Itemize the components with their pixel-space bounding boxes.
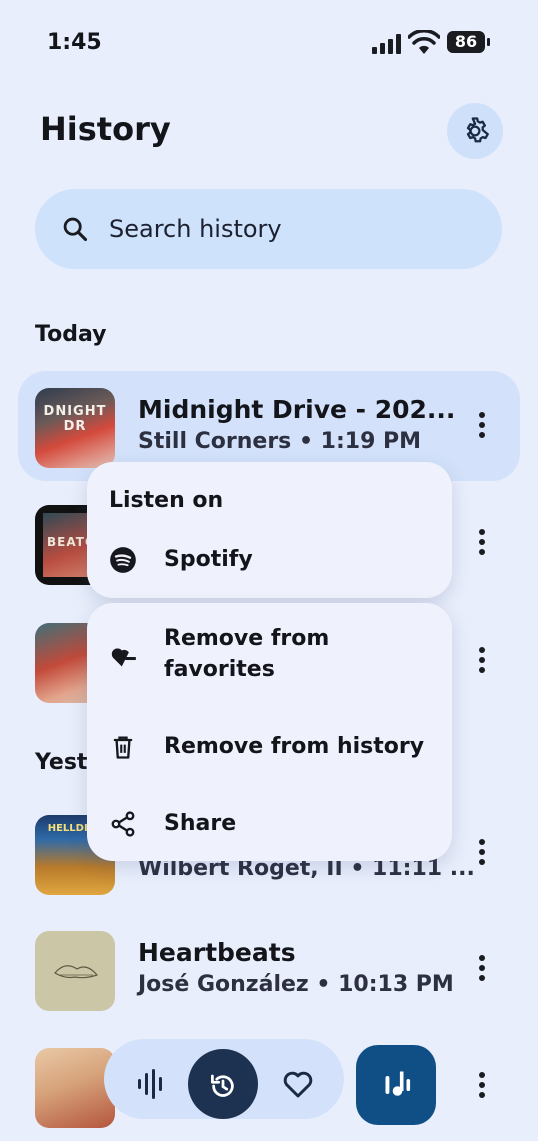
menu-item-share[interactable]: Share [87, 808, 452, 848]
battery-level: 86 [447, 31, 485, 53]
menu-item-label: Spotify [164, 547, 253, 572]
menu-item-remove-history[interactable]: Remove from history [87, 731, 452, 771]
settings-icon [466, 117, 489, 143]
search-input[interactable]: Search history [35, 189, 502, 269]
section-header-yesterday: Yest [35, 750, 88, 775]
heart-remove-icon [111, 648, 136, 667]
history-icon [211, 1074, 234, 1097]
menu-item-label-line1: Remove from [164, 626, 330, 651]
waveform-icon[interactable] [136, 1069, 164, 1099]
more-options-icon[interactable] [473, 644, 491, 680]
trash-icon [113, 736, 133, 759]
track-subtitle: Still Corners • 1:19 PM [138, 429, 422, 454]
album-art-sketch [54, 965, 99, 979]
listen-on-menu: Listen on Spotify [87, 462, 452, 598]
menu-item-label: Remove from history [164, 734, 425, 759]
more-options-icon[interactable] [473, 836, 491, 872]
search-icon [63, 217, 88, 242]
menu-item-remove-favorites[interactable]: Remove from favorites [87, 623, 452, 693]
wifi-icon [408, 30, 440, 54]
search-placeholder: Search history [109, 215, 282, 243]
actions-menu: Remove from favorites Remove from histor… [87, 603, 452, 861]
bottom-navigation [104, 1039, 344, 1119]
more-options-icon[interactable] [473, 409, 491, 445]
settings-button[interactable] [447, 103, 503, 159]
page-title: History [40, 110, 171, 148]
menu-item-label-line2: favorites [164, 657, 275, 682]
album-art: DNIGHT DR [35, 388, 115, 468]
signal-icon [372, 34, 401, 54]
track-title: Midnight Drive - 202... [138, 395, 456, 424]
battery-indicator: 86 [447, 31, 491, 55]
album-art-text: DNIGHT DR [43, 404, 107, 434]
section-header-today: Today [35, 322, 107, 347]
album-art [35, 1048, 115, 1128]
status-time: 1:45 [47, 30, 102, 55]
more-options-icon[interactable] [473, 526, 491, 562]
recognize-music-button[interactable] [356, 1045, 436, 1125]
track-subtitle: José González • 10:13 PM [138, 972, 454, 997]
track-title: Heartbeats [138, 938, 296, 967]
status-bar: 1:45 86 [0, 0, 538, 80]
listen-on-heading: Listen on [109, 488, 224, 513]
history-nav-button[interactable] [188, 1049, 258, 1119]
heart-icon[interactable] [282, 1069, 314, 1099]
music-note-icon [385, 1071, 411, 1096]
album-art [35, 931, 115, 1011]
more-options-icon[interactable] [473, 952, 491, 988]
share-icon [111, 811, 135, 837]
menu-item-spotify[interactable]: Spotify [87, 538, 452, 588]
spotify-icon [110, 547, 136, 573]
menu-item-label: Share [164, 811, 237, 836]
history-row[interactable]: Heartbeats José González • 10:13 PM [18, 914, 520, 1024]
